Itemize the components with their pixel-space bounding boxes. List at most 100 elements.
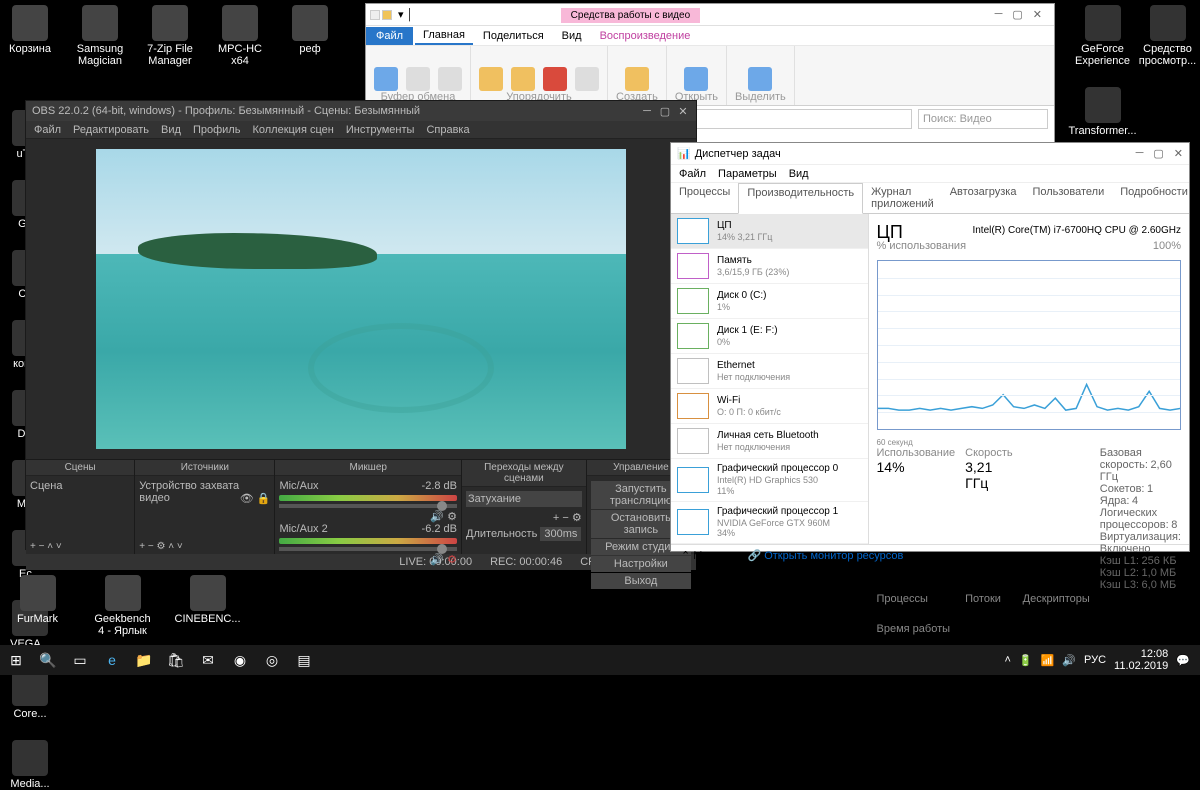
tab[interactable]: Пользователи [1024, 183, 1112, 213]
copy-icon[interactable] [406, 67, 430, 91]
tm-titlebar[interactable]: 📊 Диспетчер задач ─▢✕ [671, 143, 1189, 165]
maximize-button[interactable]: ▢ [1012, 8, 1022, 21]
task-manager-window[interactable]: 📊 Диспетчер задач ─▢✕ ФайлПараметрыВид П… [670, 142, 1190, 552]
scene-item[interactable]: Сцена [30, 480, 62, 492]
desktop-icon[interactable]: GeForce Experience [1075, 5, 1130, 67]
tab[interactable]: Подробности [1112, 183, 1196, 213]
sidebar-item[interactable]: Диск 1 (E: F:)0% [671, 319, 868, 354]
search-box[interactable]: Поиск: Видео [918, 109, 1048, 129]
tab[interactable]: Службы [1196, 183, 1200, 213]
tab[interactable]: Журнал приложений [863, 183, 942, 213]
close-button[interactable]: ✕ [1174, 147, 1183, 160]
delete-icon[interactable] [543, 67, 567, 91]
menu-item[interactable]: Редактировать [73, 124, 149, 136]
sidebar-item[interactable]: EthernetНет подключения [671, 354, 868, 389]
back-icon[interactable] [370, 10, 380, 20]
clock[interactable]: 12:0811.02.2019 [1114, 648, 1168, 672]
obs-window[interactable]: OBS 22.0.2 (64-bit, windows) - Профиль: … [25, 100, 697, 550]
menu-item[interactable]: Инструменты [346, 124, 415, 136]
minimize-button[interactable]: ─ [1136, 147, 1144, 160]
pin-icon[interactable] [374, 67, 398, 91]
desktop-icon[interactable]: Media... [5, 740, 55, 790]
sources-toolbar[interactable]: + − ⚙ ˄ ˅ [135, 539, 274, 554]
volume-slider[interactable] [279, 547, 457, 551]
close-button[interactable]: ✕ [676, 105, 690, 118]
transition-select[interactable]: Затухание [466, 491, 582, 507]
obs-preview[interactable] [96, 149, 626, 449]
desktop-icon[interactable]: реф [285, 5, 335, 67]
fewer-details[interactable]: ⌃ Меньше [681, 549, 735, 562]
new-folder-icon[interactable] [625, 67, 649, 91]
tab[interactable]: Производительность [738, 183, 863, 214]
desktop-icon[interactable]: 7-Zip File Manager [145, 5, 195, 67]
desktop-icon[interactable]: MPC-HC x64 [215, 5, 265, 67]
minimize-button[interactable]: ─ [640, 105, 654, 118]
sidebar-item[interactable]: Личная сеть BluetoothНет подключения [671, 424, 868, 459]
maximize-button[interactable]: ▢ [1153, 147, 1163, 160]
explorer-icon[interactable]: 📁 [128, 645, 160, 675]
desktop-icon[interactable]: Geekbench 4 - Ярлык [95, 575, 150, 637]
source-item[interactable]: Устройство захвата видео [139, 480, 239, 504]
select-all-icon[interactable] [748, 67, 772, 91]
menu-item[interactable]: Справка [426, 124, 469, 136]
tm-menubar[interactable]: Файл Параметры Вид [671, 165, 1189, 183]
sidebar-item[interactable]: Графический процессор 1NVIDIA GeForce GT… [671, 502, 868, 544]
desktop-icon[interactable]: CINEBENC... [180, 575, 235, 637]
desktop-icon[interactable]: FurMark [10, 575, 65, 637]
obs-menubar[interactable]: Файл Редактировать Вид Профиль Коллекция сце… [26, 121, 696, 139]
notifications-icon[interactable]: 💬 [1176, 654, 1190, 667]
menu-item[interactable]: Вид [789, 168, 809, 180]
scenes-toolbar[interactable]: + − ˄ ˅ [26, 539, 134, 554]
sidebar-item[interactable]: ЦП14% 3,21 ГГц [671, 214, 868, 249]
desktop-icon[interactable]: Transformer... [1075, 87, 1130, 137]
desktop-icon[interactable]: Core... [5, 670, 55, 720]
file-tab[interactable]: Файл [366, 27, 413, 45]
menu-item[interactable]: Файл [34, 124, 61, 136]
maximize-button[interactable]: ▢ [658, 105, 672, 118]
language-indicator[interactable]: РУС [1084, 654, 1106, 666]
volume-slider[interactable] [279, 504, 457, 508]
obs-titlebar[interactable]: OBS 22.0.2 (64-bit, windows) - Профиль: … [26, 101, 696, 121]
tab[interactable]: Процессы [671, 183, 738, 213]
search-icon[interactable]: 🔍 [32, 645, 64, 675]
copyto-icon[interactable] [511, 67, 535, 91]
menu-item[interactable]: Параметры [718, 168, 777, 180]
close-button[interactable]: ✕ [1033, 8, 1042, 21]
app-icon[interactable]: ▤ [288, 645, 320, 675]
menu-item[interactable]: Коллекция сцен [252, 124, 333, 136]
tab[interactable]: Автозагрузка [942, 183, 1025, 213]
volume-icon[interactable]: 🔊 [1062, 654, 1076, 667]
resource-monitor-link[interactable]: 🔗 Открыть монитор ресурсов [747, 549, 903, 562]
mail-icon[interactable]: ✉ [192, 645, 224, 675]
menu-item[interactable]: Файл [679, 168, 706, 180]
tm-tabs[interactable]: ПроцессыПроизводительностьЖурнал приложе… [671, 183, 1189, 214]
properties-icon[interactable] [684, 67, 708, 91]
explorer-ribbon-tabs[interactable]: Файл Главная Поделиться Вид Воспроизведе… [366, 26, 1054, 46]
contextual-tab[interactable]: Средства работы с видео [561, 8, 700, 23]
paste-icon[interactable] [438, 67, 462, 91]
minimize-button[interactable]: ─ [995, 8, 1003, 21]
menu-item[interactable]: Профиль [193, 124, 241, 136]
explorer-titlebar[interactable]: ▾ │ Средства работы с видео ─ ▢ ✕ [366, 4, 1054, 26]
start-button[interactable]: ⊞ [0, 645, 32, 675]
tray-chevron-icon[interactable]: ˄ [1004, 654, 1010, 666]
rename-icon[interactable] [575, 67, 599, 91]
chrome-icon[interactable]: ◉ [224, 645, 256, 675]
menu-item[interactable]: Вид [161, 124, 181, 136]
move-icon[interactable] [479, 67, 503, 91]
desktop-icon[interactable]: Средство просмотр... [1140, 5, 1195, 67]
sidebar-item[interactable]: Графический процессор 0Intel(R) HD Graph… [671, 459, 868, 502]
obs-taskbar-icon[interactable]: ◎ [256, 645, 288, 675]
desktop-icon[interactable]: Корзина [5, 5, 55, 67]
taskview-icon[interactable]: ▭ [64, 645, 96, 675]
sidebar-item[interactable]: Память3,6/15,9 ГБ (23%) [671, 249, 868, 284]
edge-icon[interactable]: e [96, 645, 128, 675]
desktop-icon[interactable]: Samsung Magician [75, 5, 125, 67]
battery-icon[interactable]: 🔋 [1019, 654, 1033, 667]
wifi-icon[interactable]: 📶 [1041, 654, 1055, 667]
store-icon[interactable]: 🛍 [160, 645, 192, 675]
sidebar-item[interactable]: Wi-FiО: 0 П: 0 кбит/с [671, 389, 868, 424]
taskbar[interactable]: ⊞ 🔍 ▭ e 📁 🛍 ✉ ◉ ◎ ▤ ˄ 🔋 📶 🔊 РУС 12:0811.… [0, 645, 1200, 675]
sidebar-item[interactable]: Диск 0 (C:)1% [671, 284, 868, 319]
tm-sidebar[interactable]: ЦП14% 3,21 ГГцПамять3,6/15,9 ГБ (23%)Дис… [671, 214, 869, 544]
